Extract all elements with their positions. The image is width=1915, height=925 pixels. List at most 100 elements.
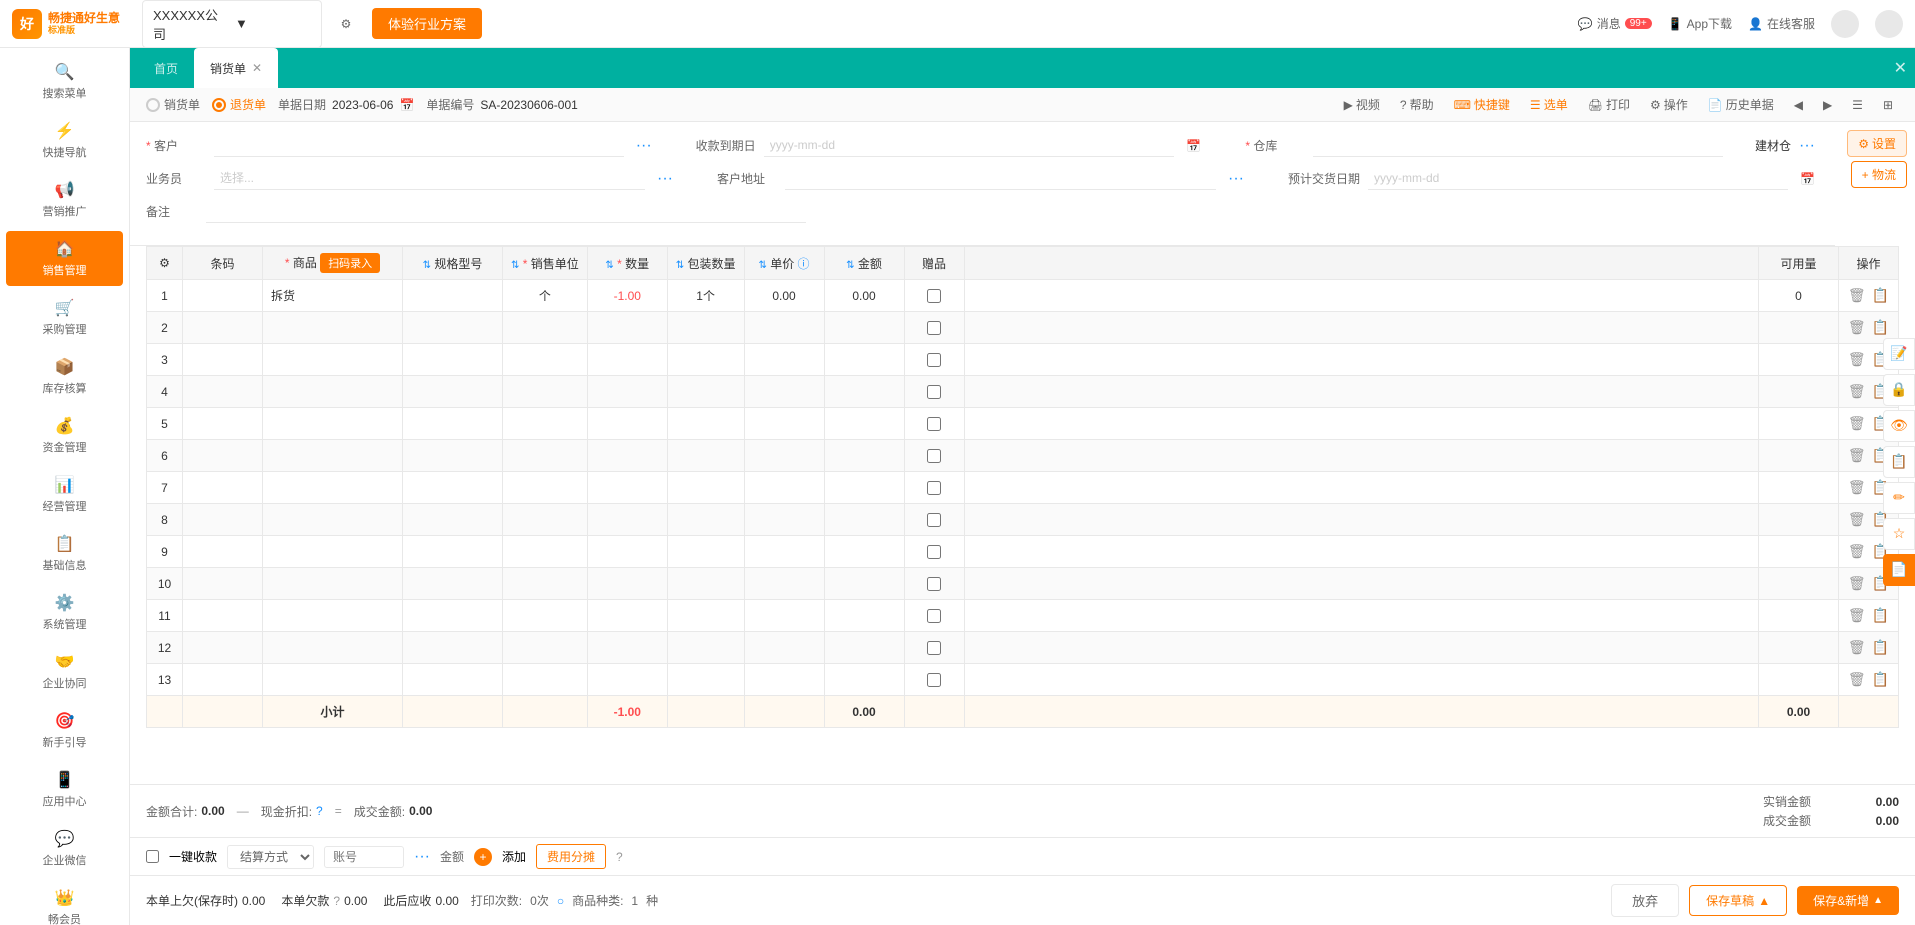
radio-return-order[interactable]: 退货单 xyxy=(212,96,266,113)
cell-spec-0[interactable] xyxy=(403,280,503,312)
cell-spec-11[interactable] xyxy=(403,632,503,664)
salesperson-ellipsis-icon[interactable]: ··· xyxy=(653,170,677,188)
cell-gift-8[interactable] xyxy=(904,536,964,568)
close-all-tabs-button[interactable]: ✕ xyxy=(1894,58,1907,78)
cell-qty-5[interactable] xyxy=(587,440,667,472)
rfp-pencil-button[interactable]: ✏ xyxy=(1883,482,1915,514)
cell-price-8[interactable] xyxy=(744,536,824,568)
cell-spec-3[interactable] xyxy=(403,376,503,408)
gift-checkbox-0[interactable] xyxy=(927,289,941,303)
cell-barcode-3[interactable] xyxy=(183,376,263,408)
copy-row-icon[interactable]: 📋 xyxy=(1872,319,1889,336)
cell-qty-12[interactable] xyxy=(587,664,667,696)
sidebar-item-apps[interactable]: 📱 应用中心 xyxy=(6,762,123,817)
delete-row-icon[interactable]: 🗑 xyxy=(1848,287,1866,304)
date-calendar-icon[interactable]: 📅 xyxy=(399,98,414,112)
cell-price-10[interactable] xyxy=(744,600,824,632)
nav-prev-button[interactable]: ◀ xyxy=(1788,96,1809,114)
cell-spec-5[interactable] xyxy=(403,440,503,472)
cell-spec-2[interactable] xyxy=(403,344,503,376)
gift-checkbox-9[interactable] xyxy=(927,577,941,591)
rfp-table-button[interactable]: 📋 xyxy=(1883,446,1915,478)
copy-row-icon[interactable]: 📋 xyxy=(1872,287,1889,304)
cell-gift-11[interactable] xyxy=(904,632,964,664)
rfp-star-button[interactable]: ☆ xyxy=(1883,518,1915,550)
sidebar-item-basic[interactable]: 📋 基础信息 xyxy=(6,526,123,581)
rfp-eye-button[interactable]: 👁 xyxy=(1883,410,1915,442)
cell-barcode-0[interactable] xyxy=(183,280,263,312)
delete-row-icon[interactable]: 🗑 xyxy=(1848,671,1866,688)
cell-barcode-2[interactable] xyxy=(183,344,263,376)
copy-row-icon[interactable]: 📋 xyxy=(1872,639,1889,656)
customer-addr-input[interactable] xyxy=(785,167,1216,190)
cell-barcode-1[interactable] xyxy=(183,312,263,344)
gift-checkbox-1[interactable] xyxy=(927,321,941,335)
trial-button[interactable]: 体验行业方案 xyxy=(372,8,482,39)
cell-spec-8[interactable] xyxy=(403,536,503,568)
customer-input[interactable] xyxy=(214,134,624,157)
sidebar-item-finance[interactable]: 💰 资金管理 xyxy=(6,408,123,463)
view-list-button[interactable]: ☰ xyxy=(1846,96,1869,114)
delete-row-icon[interactable]: 🗑 xyxy=(1848,575,1866,592)
cell-barcode-5[interactable] xyxy=(183,440,263,472)
sidebar-item-wechat[interactable]: 💬 企业微信 xyxy=(6,821,123,876)
formula-icon[interactable]: ? xyxy=(316,804,323,818)
cell-price-3[interactable] xyxy=(744,376,824,408)
customer-ellipsis-icon[interactable]: ··· xyxy=(632,137,656,155)
abandon-button[interactable]: 放弃 xyxy=(1611,884,1679,917)
user-avatar2[interactable] xyxy=(1875,10,1903,38)
delete-row-icon[interactable]: 🗑 xyxy=(1848,511,1866,528)
delete-row-icon[interactable]: 🗑 xyxy=(1848,639,1866,656)
sidebar-item-sales[interactable]: 🏠 销售管理 xyxy=(6,231,123,286)
cumulative-help-icon[interactable]: ? xyxy=(333,894,340,908)
cell-spec-6[interactable] xyxy=(403,472,503,504)
expected-date-input[interactable] xyxy=(1368,167,1788,190)
cell-price-11[interactable] xyxy=(744,632,824,664)
addr-ellipsis-icon[interactable]: ··· xyxy=(1224,170,1248,188)
sidebar-item-search[interactable]: 🔍 搜索菜单 xyxy=(6,54,123,109)
cell-gift-4[interactable] xyxy=(904,408,964,440)
gift-checkbox-3[interactable] xyxy=(927,385,941,399)
delete-row-icon[interactable]: 🗑 xyxy=(1848,543,1866,560)
cell-price-1[interactable] xyxy=(744,312,824,344)
gift-checkbox-8[interactable] xyxy=(927,545,941,559)
view-grid-button[interactable]: ⊞ xyxy=(1877,96,1899,114)
warehouse-link-icon[interactable]: ··· xyxy=(1795,137,1819,155)
cell-barcode-4[interactable] xyxy=(183,408,263,440)
cell-qty-9[interactable] xyxy=(587,568,667,600)
sidebar-item-purchase[interactable]: 🛒 采购管理 xyxy=(6,290,123,345)
cell-qty-10[interactable] xyxy=(587,600,667,632)
account-input[interactable] xyxy=(324,846,404,868)
tab-sales-order[interactable]: 销货单 ✕ xyxy=(194,48,278,88)
cell-spec-7[interactable] xyxy=(403,504,503,536)
save-new-button[interactable]: 保存&新增 ▲ xyxy=(1797,886,1899,915)
gift-checkbox-12[interactable] xyxy=(927,673,941,687)
cell-price-5[interactable] xyxy=(744,440,824,472)
delete-row-icon[interactable]: 🗑 xyxy=(1848,479,1866,496)
rfp-orange-button[interactable]: 📄 xyxy=(1883,554,1915,586)
due-date-input[interactable] xyxy=(764,134,1175,157)
gift-checkbox-4[interactable] xyxy=(927,417,941,431)
gift-checkbox-11[interactable] xyxy=(927,641,941,655)
sidebar-item-operations[interactable]: 📊 经营管理 xyxy=(6,467,123,522)
cell-qty-2[interactable] xyxy=(587,344,667,376)
operation-button[interactable]: ⚙ 操作 xyxy=(1644,94,1694,115)
select-order-button[interactable]: ☰ 选单 xyxy=(1524,94,1574,115)
cell-barcode-8[interactable] xyxy=(183,536,263,568)
salesperson-input[interactable] xyxy=(214,167,645,190)
cell-spec-10[interactable] xyxy=(403,600,503,632)
online-service-button[interactable]: 👤 在线客服 xyxy=(1748,15,1815,32)
warehouse-input[interactable] xyxy=(1313,134,1723,157)
copy-row-icon[interactable]: 📋 xyxy=(1872,671,1889,688)
cell-spec-9[interactable] xyxy=(403,568,503,600)
delete-row-icon[interactable]: 🗑 xyxy=(1848,607,1866,624)
cell-gift-2[interactable] xyxy=(904,344,964,376)
delete-row-icon[interactable]: 🗑 xyxy=(1848,383,1866,400)
settlement-select[interactable]: 结算方式 xyxy=(227,845,314,869)
cell-barcode-7[interactable] xyxy=(183,504,263,536)
cell-gift-9[interactable] xyxy=(904,568,964,600)
cell-gift-5[interactable] xyxy=(904,440,964,472)
cell-qty-11[interactable] xyxy=(587,632,667,664)
cell-qty-7[interactable] xyxy=(587,504,667,536)
one-click-payment-checkbox[interactable] xyxy=(146,850,159,863)
